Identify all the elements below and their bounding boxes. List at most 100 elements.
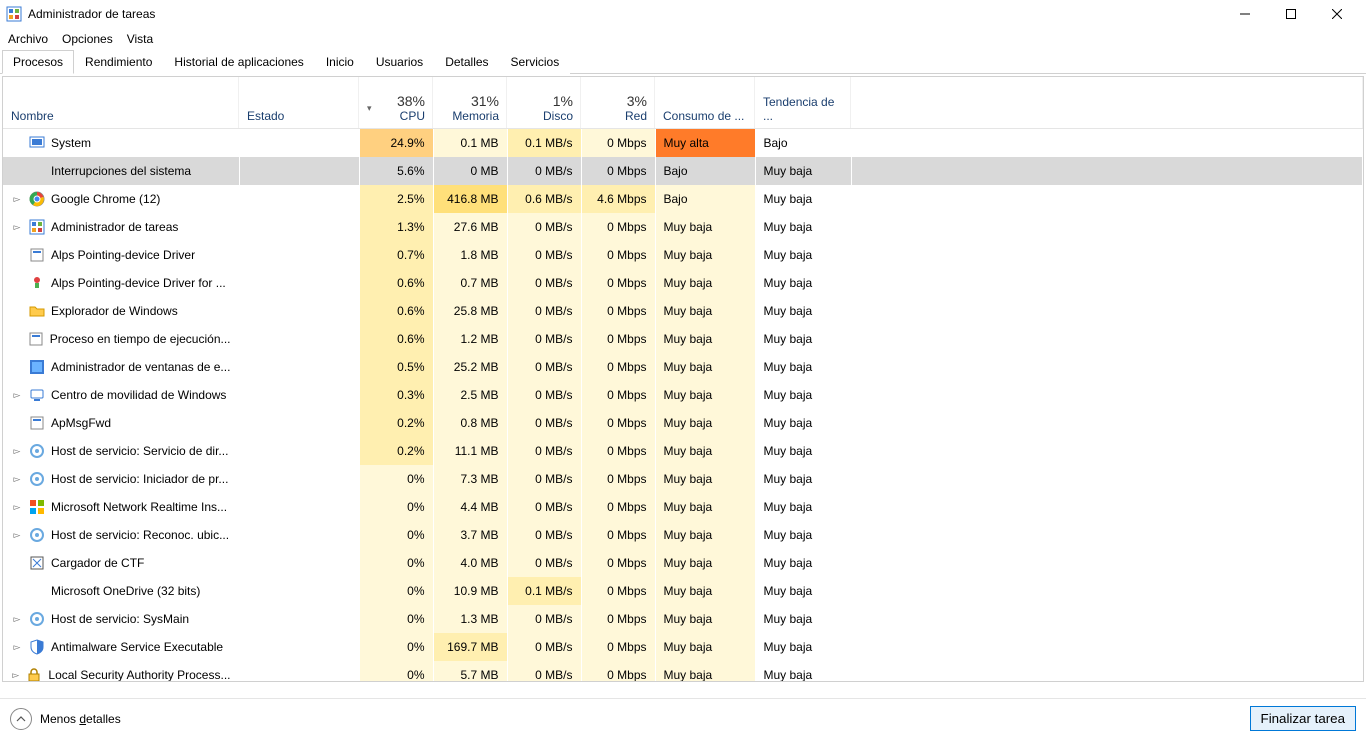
col-memory[interactable]: 31% Memoria (433, 77, 507, 129)
cpu-value: 24.9% (359, 129, 433, 157)
expand-icon[interactable]: ▻ (11, 670, 20, 681)
process-name: Host de servicio: Reconoc. ubic... (51, 528, 229, 542)
tab-strip: Procesos Rendimiento Historial de aplica… (0, 50, 1366, 74)
expand-icon[interactable]: ▻ (11, 390, 23, 401)
expand-icon[interactable]: ▻ (11, 530, 23, 541)
memory-value: 0 MB (433, 157, 507, 185)
cpu-value: 0.7% (359, 241, 433, 269)
tab-apphistory[interactable]: Historial de aplicaciones (163, 50, 314, 74)
process-name: Alps Pointing-device Driver (51, 248, 195, 262)
cpu-value: 0% (359, 605, 433, 633)
menu-options[interactable]: Opciones (62, 32, 113, 46)
table-row[interactable]: ▻Microsoft Network Realtime Ins...0%4.4 … (3, 493, 1363, 521)
trend-value: Muy baja (755, 605, 851, 633)
cpu-value: 0.3% (359, 381, 433, 409)
process-name: Host de servicio: Servicio de dir... (51, 444, 228, 458)
process-name: Microsoft Network Realtime Ins... (51, 500, 227, 514)
process-name: Centro de movilidad de Windows (51, 388, 226, 402)
power-value: Bajo (655, 157, 755, 185)
trend-value: Muy baja (755, 297, 851, 325)
disk-value: 0 MB/s (507, 661, 581, 681)
table-row[interactable]: ▻Host de servicio: SysMain0%1.3 MB0 MB/s… (3, 605, 1363, 633)
power-value: Muy baja (655, 213, 755, 241)
memory-value: 0.7 MB (433, 269, 507, 297)
trend-value: Muy baja (755, 549, 851, 577)
close-button[interactable] (1314, 0, 1360, 28)
disk-value: 0 MB/s (507, 269, 581, 297)
table-row[interactable]: System24.9%0.1 MB0.1 MB/s0 MbpsMuy altaB… (3, 129, 1363, 157)
power-value: Muy baja (655, 493, 755, 521)
table-row[interactable]: Interrupciones del sistema5.6%0 MB0 MB/s… (3, 157, 1363, 185)
col-cpu[interactable]: ▾ 38% CPU (359, 77, 433, 129)
expand-icon[interactable]: ▻ (11, 642, 23, 653)
process-name: Interrupciones del sistema (51, 164, 191, 178)
table-row[interactable]: Cargador de CTF0%4.0 MB0 MB/s0 MbpsMuy b… (3, 549, 1363, 577)
process-name: Local Security Authority Process... (48, 668, 230, 681)
tab-details[interactable]: Detalles (434, 50, 499, 74)
col-network[interactable]: 3% Red (581, 77, 655, 129)
table-row[interactable]: ▻Google Chrome (12)2.5%416.8 MB0.6 MB/s4… (3, 185, 1363, 213)
expand-icon[interactable]: ▻ (11, 194, 23, 205)
process-state (239, 157, 359, 185)
expand-icon[interactable]: ▻ (11, 614, 23, 625)
col-name[interactable]: Nombre (3, 77, 239, 129)
table-row[interactable]: ▻Host de servicio: Servicio de dir...0.2… (3, 437, 1363, 465)
table-row[interactable]: ▻Administrador de tareas1.3%27.6 MB0 MB/… (3, 213, 1363, 241)
end-task-button[interactable]: Finalizar tarea (1250, 706, 1356, 731)
table-row[interactable]: Explorador de Windows0.6%25.8 MB0 MB/s0 … (3, 297, 1363, 325)
cpu-value: 0% (359, 521, 433, 549)
process-icon (29, 611, 45, 627)
menu-file[interactable]: Archivo (8, 32, 48, 46)
memory-value: 27.6 MB (433, 213, 507, 241)
table-row[interactable]: ▻Host de servicio: Reconoc. ubic...0%3.7… (3, 521, 1363, 549)
fewer-details-button[interactable]: Menos detalles (10, 708, 121, 730)
menu-bar: Archivo Opciones Vista (0, 28, 1366, 50)
network-value: 0 Mbps (581, 633, 655, 661)
network-value: 0 Mbps (581, 353, 655, 381)
process-state (239, 381, 359, 409)
table-row[interactable]: ▻Centro de movilidad de Windows0.3%2.5 M… (3, 381, 1363, 409)
process-name: Cargador de CTF (51, 556, 144, 570)
tab-performance[interactable]: Rendimiento (74, 50, 163, 74)
tab-services[interactable]: Servicios (500, 50, 571, 74)
process-scroll[interactable]: Nombre Estado ▾ 38% CPU 31% Memoria 1% D… (3, 77, 1363, 681)
col-disk[interactable]: 1% Disco (507, 77, 581, 129)
process-icon (29, 163, 45, 179)
power-value: Muy baja (655, 605, 755, 633)
expand-icon[interactable]: ▻ (11, 502, 23, 513)
expand-icon[interactable]: ▻ (11, 222, 23, 233)
footer-bar: Menos detalles Finalizar tarea (0, 698, 1366, 738)
disk-value: 0 MB/s (507, 465, 581, 493)
cpu-value: 2.5% (359, 185, 433, 213)
tab-startup[interactable]: Inicio (315, 50, 365, 74)
disk-value: 0 MB/s (507, 493, 581, 521)
tab-users[interactable]: Usuarios (365, 50, 434, 74)
expand-icon[interactable]: ▻ (11, 474, 23, 485)
table-row[interactable]: Alps Pointing-device Driver for ...0.6%0… (3, 269, 1363, 297)
process-icon (29, 359, 45, 375)
col-power[interactable]: Consumo de ... (655, 77, 755, 129)
tab-processes[interactable]: Procesos (2, 50, 74, 74)
table-row[interactable]: Administrador de ventanas de e...0.5%25.… (3, 353, 1363, 381)
process-table: Nombre Estado ▾ 38% CPU 31% Memoria 1% D… (3, 77, 1363, 681)
table-row[interactable]: Alps Pointing-device Driver0.7%1.8 MB0 M… (3, 241, 1363, 269)
minimize-button[interactable] (1222, 0, 1268, 28)
process-name: Antimalware Service Executable (51, 640, 223, 654)
expand-icon[interactable]: ▻ (11, 446, 23, 457)
trend-value: Muy baja (755, 353, 851, 381)
table-row[interactable]: ▻Host de servicio: Iniciador de pr...0%7… (3, 465, 1363, 493)
table-row[interactable]: ▻Antimalware Service Executable0%169.7 M… (3, 633, 1363, 661)
table-row[interactable]: ApMsgFwd0.2%0.8 MB0 MB/s0 MbpsMuy bajaMu… (3, 409, 1363, 437)
trend-value: Muy baja (755, 185, 851, 213)
table-row[interactable]: ▻Local Security Authority Process...0%5.… (3, 661, 1363, 681)
process-state (239, 493, 359, 521)
power-value: Muy baja (655, 437, 755, 465)
process-state (239, 409, 359, 437)
col-trend[interactable]: Tendencia de ... (755, 77, 851, 129)
table-row[interactable]: Proceso en tiempo de ejecución...0.6%1.2… (3, 325, 1363, 353)
trend-value: Muy baja (755, 381, 851, 409)
col-state[interactable]: Estado (239, 77, 359, 129)
maximize-button[interactable] (1268, 0, 1314, 28)
table-row[interactable]: Microsoft OneDrive (32 bits)0%10.9 MB0.1… (3, 577, 1363, 605)
menu-view[interactable]: Vista (127, 32, 153, 46)
